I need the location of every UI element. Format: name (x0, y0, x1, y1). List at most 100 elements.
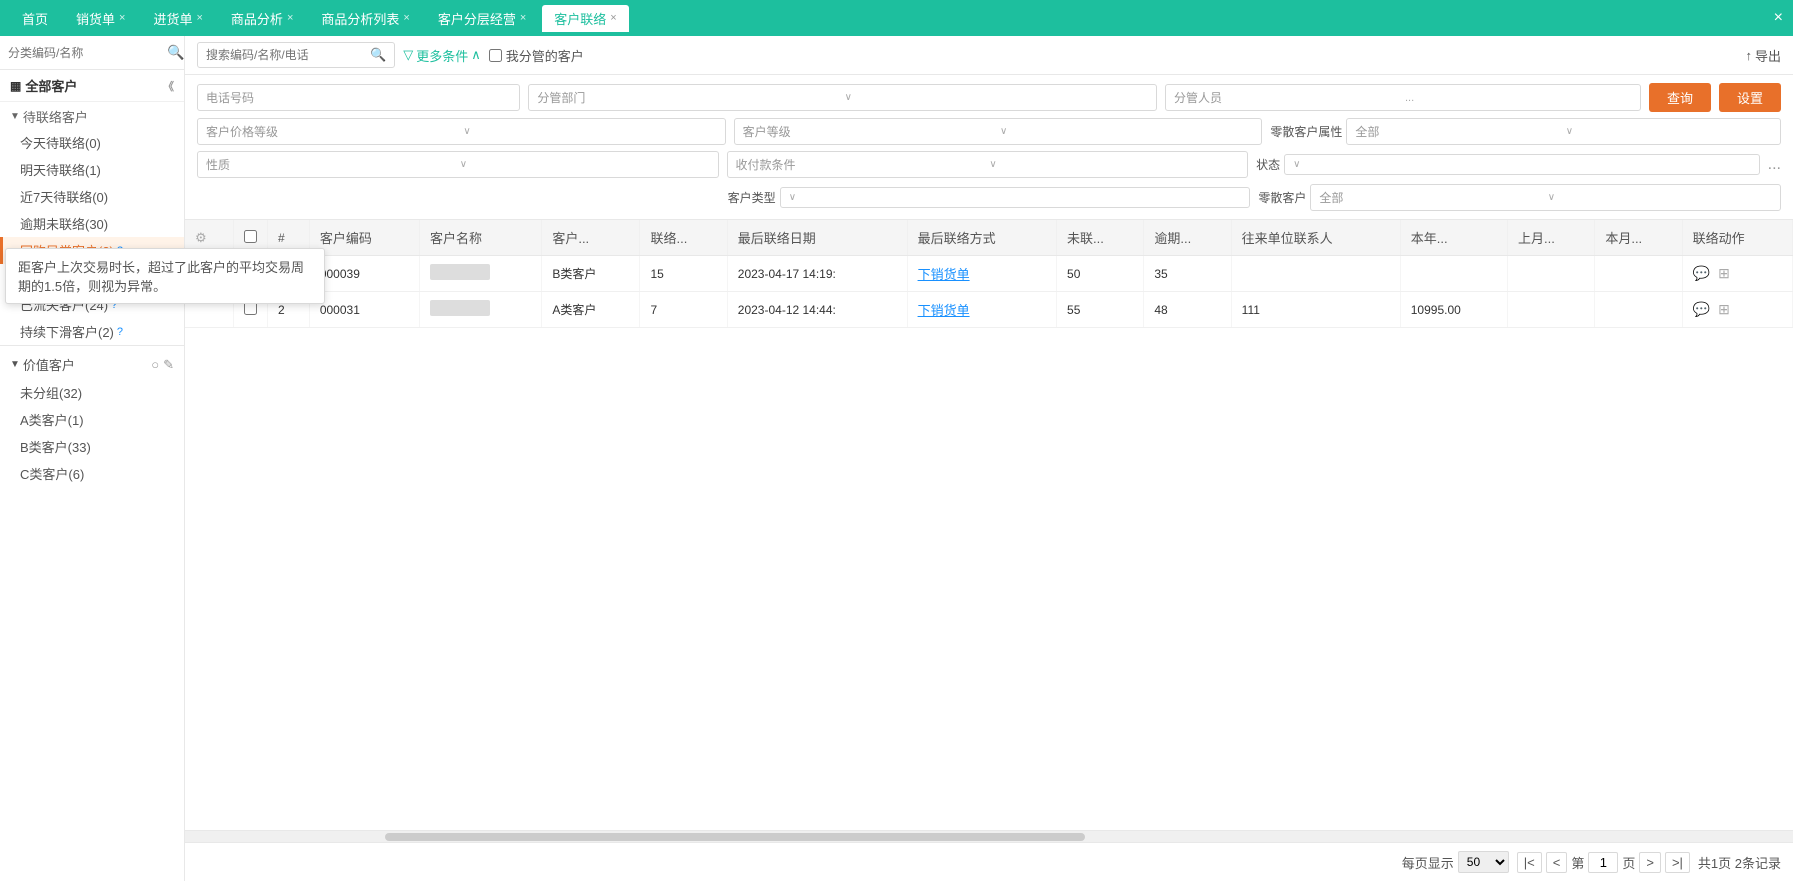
next-page-btn[interactable]: > (1639, 852, 1661, 873)
phone-input[interactable] (270, 91, 511, 105)
sidebar-pending-group[interactable]: ▼ 待联络客户 (0, 102, 184, 129)
sidebar-item-continuous-decline[interactable]: 持续下滑客户(2) ? (0, 318, 184, 345)
last-method-link-2[interactable]: 下销货单 (918, 303, 970, 318)
close-customer-contact-tab[interactable]: × (610, 12, 616, 24)
close-product-analysis-tab[interactable]: × (287, 12, 293, 24)
nav-tab-sales[interactable]: 销货单 × (64, 5, 137, 32)
th-unit-contact[interactable]: 往来单位联系人 (1231, 220, 1400, 256)
grid-action-icon-1[interactable]: ⊞ (1718, 265, 1730, 282)
payment-select[interactable]: 收付款条件 ∨ (727, 151, 1249, 178)
th-contact[interactable]: 联络... (640, 220, 727, 256)
price-level-select[interactable]: 客户价格等级 ∨ (197, 118, 726, 145)
sidebar-item-today[interactable]: 今天待联络(0) (0, 129, 184, 156)
th-last-month[interactable]: 上月... (1508, 220, 1595, 256)
nav-tab-customer-contact[interactable]: 客户联络 × (542, 5, 628, 32)
phone-label: 电话号码 (206, 89, 266, 106)
more-conditions-btn[interactable]: ▽ 更多条件 ∧ (403, 46, 481, 65)
page-size-container: 每页显示 50 20 100 (1402, 851, 1509, 873)
customer-level-select[interactable]: 客户等级 ∨ (734, 118, 1263, 145)
sidebar-collapse-btn[interactable]: 《 (163, 78, 174, 94)
search-input[interactable] (206, 48, 366, 62)
td-last-month-2 (1508, 292, 1595, 328)
retail-attr-arrow-icon: ∨ (1566, 126, 1772, 137)
status-select[interactable]: ∨ (1284, 154, 1760, 175)
th-last-method[interactable]: 最后联络方式 (907, 220, 1056, 256)
close-purchase-tab[interactable]: × (196, 12, 202, 24)
sidebar-search-container: 🔍 (0, 36, 184, 70)
td-last-method-1[interactable]: 下销货单 (907, 256, 1056, 292)
customer-type-select[interactable]: ∨ (780, 187, 1251, 208)
table-container: ⚙ # 客户编码 客户名称 客户... 联络... (185, 220, 1793, 830)
prev-page-btn[interactable]: < (1546, 852, 1568, 873)
value-edit-icon[interactable]: ✎ (163, 357, 174, 373)
settings-button[interactable]: 设置 (1719, 83, 1781, 112)
continuous-decline-help-icon[interactable]: ? (117, 326, 123, 338)
horizontal-scrollbar[interactable] (185, 830, 1793, 842)
scroll-thumb[interactable] (385, 833, 1085, 841)
sidebar-search-input[interactable] (8, 46, 163, 60)
retail-attr-select[interactable]: 全部 ∨ (1346, 118, 1781, 145)
th-overdue[interactable]: 逾期... (1144, 220, 1231, 256)
th-unread[interactable]: 未联... (1057, 220, 1144, 256)
th-last-date[interactable]: 最后联络日期 (727, 220, 907, 256)
filter-row-2: 客户价格等级 ∨ 客户等级 ∨ 零散客户属性 全部 ∨ (197, 118, 1781, 145)
close-sales-tab[interactable]: × (119, 12, 125, 24)
td-unread-1: 50 (1057, 256, 1144, 292)
query-button[interactable]: 查询 (1649, 83, 1711, 112)
sidebar-item-7days[interactable]: 近7天待联络(0) (0, 183, 184, 210)
per-page-select[interactable]: 50 20 100 (1458, 851, 1509, 873)
close-customer-tier-tab[interactable]: × (520, 12, 526, 24)
sidebar-item-c-class[interactable]: C类客户(6) (0, 460, 184, 487)
my-customers-toggle[interactable]: 我分管的客户 (489, 46, 584, 65)
th-code[interactable]: 客户编码 (309, 220, 419, 256)
sidebar-item-overdue[interactable]: 逾期未联络(30) (0, 210, 184, 237)
nav-tab-product-analysis[interactable]: 商品分析 × (219, 5, 305, 32)
my-customers-checkbox[interactable] (489, 49, 502, 62)
sidebar-item-tomorrow[interactable]: 明天待联络(1) (0, 156, 184, 183)
th-this-year[interactable]: 本年... (1400, 220, 1507, 256)
th-cate[interactable]: 客户... (542, 220, 640, 256)
dept-select[interactable]: 分管部门 ∨ (528, 84, 1157, 111)
page-label: 第 (1571, 853, 1584, 872)
action-icons-1: 💬 ⊞ (1693, 265, 1782, 282)
td-last-month-1 (1508, 256, 1595, 292)
select-all-checkbox[interactable] (244, 230, 257, 243)
grid-action-icon-2[interactable]: ⊞ (1718, 301, 1730, 318)
chat-icon-1[interactable]: 💬 (1693, 265, 1710, 282)
close-app-button[interactable]: × (1774, 9, 1783, 27)
gender-select[interactable]: 性质 ∨ (197, 151, 719, 178)
sidebar-item-unclassified[interactable]: 未分组(32) (0, 379, 184, 406)
chat-icon-2[interactable]: 💬 (1693, 301, 1710, 318)
page-input[interactable] (1588, 852, 1618, 873)
close-product-list-tab[interactable]: × (403, 12, 409, 24)
table-settings-icon[interactable]: ⚙ (195, 230, 207, 245)
sidebar-item-b-class[interactable]: B类客户(33) (0, 433, 184, 460)
nav-tab-home[interactable]: 首页 (10, 5, 60, 32)
table-row: 2 000031 A类客户 7 2023-04-12 14:44: 下销货单 5… (185, 292, 1793, 328)
manager-dots[interactable]: ... (1405, 92, 1632, 104)
manager-select[interactable]: 分管人员 ... (1165, 84, 1641, 111)
export-button[interactable]: ↑ 导出 (1745, 46, 1781, 65)
phone-field[interactable]: 电话号码 (197, 84, 520, 111)
value-circle-icon[interactable]: ○ (151, 357, 159, 373)
last-page-btn[interactable]: >| (1665, 852, 1690, 873)
th-actions: 联络动作 (1682, 220, 1792, 256)
nav-tab-purchase[interactable]: 进货单 × (141, 5, 214, 32)
th-name[interactable]: 客户名称 (420, 220, 542, 256)
retail-customer-select[interactable]: 全部 ∨ (1310, 184, 1781, 211)
nav-tab-customer-tier[interactable]: 客户分层经营 × (426, 5, 538, 32)
last-method-link-1[interactable]: 下销货单 (918, 267, 970, 282)
search-icon[interactable]: 🔍 (370, 47, 386, 63)
sidebar-all-customers[interactable]: ▦ 全部客户 《 (0, 70, 184, 102)
first-page-btn[interactable]: |< (1517, 852, 1542, 873)
td-last-method-2[interactable]: 下销货单 (907, 292, 1056, 328)
sidebar-value-header[interactable]: ▼ 价值客户 ○ ✎ (0, 350, 184, 379)
sidebar-search-icon[interactable]: 🔍 (167, 44, 184, 61)
nav-tab-product-list[interactable]: 商品分析列表 × (309, 5, 421, 32)
sidebar-item-a-class[interactable]: A类客户(1) (0, 406, 184, 433)
more-dots[interactable]: ... (1768, 156, 1781, 174)
th-this-month[interactable]: 本月... (1595, 220, 1682, 256)
grid-icon: ▦ (10, 79, 21, 93)
td-actions-2: 💬 ⊞ (1682, 292, 1792, 328)
name-masked-1 (430, 264, 490, 280)
